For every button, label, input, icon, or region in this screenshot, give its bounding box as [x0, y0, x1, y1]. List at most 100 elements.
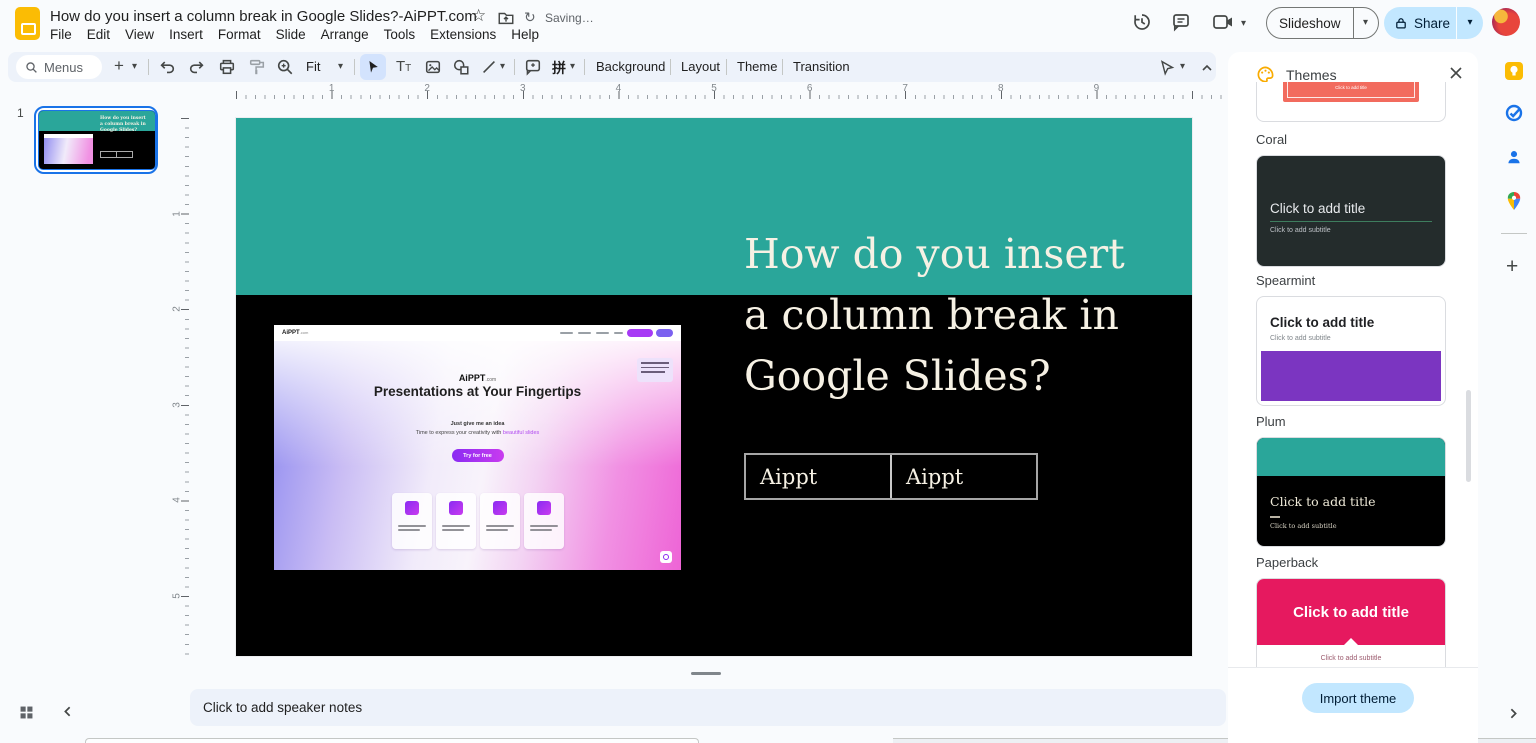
slideshow-button[interactable]: Slideshow ▾	[1266, 7, 1379, 39]
divider	[514, 59, 515, 75]
menu-format[interactable]: Format	[218, 27, 261, 42]
paperback-placeholder-title: Click to add title	[1270, 494, 1376, 509]
site-nav-logo: AiPPT.com	[282, 330, 309, 336]
show-side-panel-icon[interactable]	[1506, 706, 1521, 721]
tasks-icon[interactable]	[1504, 103, 1524, 123]
menu-tools[interactable]: Tools	[384, 27, 416, 42]
grid-view-icon[interactable]	[18, 704, 35, 721]
plum-color-block	[1261, 351, 1441, 401]
insert-line-icon[interactable]	[480, 58, 498, 76]
close-icon[interactable]	[1448, 65, 1464, 81]
version-history-icon[interactable]	[1132, 12, 1152, 32]
menu-help[interactable]: Help	[511, 27, 539, 42]
menu-file[interactable]: File	[50, 27, 72, 42]
insert-image-icon[interactable]	[424, 58, 442, 76]
meet-camera-icon[interactable]	[1212, 13, 1234, 31]
redo-icon[interactable]	[188, 58, 206, 76]
input-tools-icon[interactable]: 拼	[552, 58, 566, 78]
theme-card-spearmint[interactable]: Click to add title Click to add subtitle	[1256, 155, 1446, 267]
notes-resize-handle[interactable]	[691, 672, 721, 675]
theme-card-coral[interactable]: Click to add title	[1256, 82, 1446, 122]
star-icon[interactable]: ☆	[471, 6, 486, 26]
slideshow-caret[interactable]: ▾	[1352, 8, 1378, 38]
meet-caret-icon[interactable]: ▾	[1241, 19, 1246, 29]
spearmint-placeholder-title: Click to add title	[1270, 201, 1366, 216]
select-tool-active[interactable]	[360, 54, 386, 80]
divider	[148, 59, 149, 75]
speaker-notes-input[interactable]: Click to add speaker notes	[190, 689, 1226, 726]
keep-bulb	[1510, 65, 1518, 76]
layout-button[interactable]: Layout	[681, 59, 720, 74]
table-cell[interactable]: Aippt	[890, 455, 1036, 498]
theme-card-plum[interactable]: Click to add title Click to add subtitle	[1256, 296, 1446, 406]
ruler-number: 1	[171, 210, 183, 217]
pointer-mode-caret[interactable]: ▾	[1180, 62, 1185, 72]
insert-comment-icon[interactable]	[524, 58, 542, 76]
panel-scrollbar[interactable]	[1466, 390, 1471, 482]
import-theme-button[interactable]: Import theme	[1302, 683, 1414, 713]
google-slides-app: How do you insert a column break in Goog…	[0, 0, 1536, 743]
zoom-fit-dropdown[interactable]: Fit	[306, 59, 320, 74]
slide-table[interactable]: Aippt Aippt	[744, 453, 1038, 500]
saving-status: Saving…	[545, 11, 594, 25]
table-cell[interactable]: Aippt	[746, 455, 890, 498]
get-add-ons-icon[interactable]: +	[1506, 255, 1518, 279]
horizontal-ruler[interactable]: 1 2 3 4 5 6 7 8 9	[190, 83, 1228, 100]
print-icon[interactable]	[218, 58, 236, 76]
zoom-icon[interactable]	[276, 58, 294, 76]
insert-shape-icon[interactable]	[452, 58, 470, 76]
divider	[354, 59, 355, 75]
toolbar: Menus + ▾ Fit ▾ TT ▾ 拼 ▾ Background Layo…	[8, 52, 1216, 82]
share-caret[interactable]: ▾	[1456, 7, 1483, 39]
theme-label-plum: Plum	[1256, 414, 1286, 429]
collapse-filmstrip-icon[interactable]	[60, 704, 75, 719]
menu-arrange[interactable]: Arrange	[321, 27, 369, 42]
comments-icon[interactable]	[1171, 12, 1191, 32]
pink-notch	[1344, 638, 1358, 645]
move-to-folder-icon[interactable]	[497, 9, 515, 27]
insert-line-caret[interactable]: ▾	[500, 62, 505, 72]
transition-button[interactable]: Transition	[793, 59, 850, 74]
theme-button[interactable]: Theme	[737, 59, 777, 74]
keep-icon[interactable]	[1505, 62, 1523, 80]
collapse-toolbar-icon[interactable]	[1200, 61, 1214, 75]
undo-icon[interactable]	[158, 58, 176, 76]
menu-extensions[interactable]: Extensions	[430, 27, 496, 42]
share-button[interactable]: Share ▾	[1384, 7, 1484, 39]
account-avatar[interactable]	[1492, 8, 1520, 36]
ruler-number: 2	[171, 306, 183, 312]
menus-search-button[interactable]: Menus	[16, 55, 102, 79]
ruler-number: 1	[328, 83, 335, 94]
theme-card-pink[interactable]: Click to add title Click to add subtitle	[1256, 578, 1446, 668]
new-slide-button[interactable]: +	[114, 56, 124, 76]
new-slide-caret[interactable]: ▾	[132, 62, 137, 72]
slide-canvas[interactable]: How do you insert a column break in Goog…	[236, 118, 1192, 656]
slide-thumbnail[interactable]: How do you insert a column break in Google…	[34, 106, 158, 174]
site-feature-card	[524, 493, 564, 549]
embedded-website-image[interactable]: AiPPT.com AiPPT.com Presentations at You…	[274, 325, 681, 570]
input-tools-caret[interactable]: ▾	[570, 62, 575, 72]
maps-icon[interactable]	[1505, 191, 1523, 211]
menu-insert[interactable]: Insert	[169, 27, 203, 42]
menus-label: Menus	[44, 59, 84, 75]
background-button[interactable]: Background	[596, 59, 665, 74]
menu-edit[interactable]: Edit	[87, 27, 110, 42]
title-line: a column break in	[744, 291, 1119, 339]
paperback-teal-band	[1257, 438, 1445, 476]
pointer-mode-icon[interactable]	[1158, 58, 1176, 76]
site-subline1: Just give me an idea	[450, 421, 505, 427]
theme-card-paperback[interactable]: Click to add title Click to add subtitle	[1256, 437, 1446, 547]
text-box-tool[interactable]: TT	[396, 58, 411, 76]
paint-format-icon[interactable]	[248, 58, 266, 76]
vertical-ruler[interactable]: 1 2 3 4 5	[171, 100, 190, 680]
site-cta-button: Try for free	[451, 449, 504, 462]
slide-title-textbox[interactable]: How do you insert a column break in Goog…	[744, 224, 1184, 407]
menu-slide[interactable]: Slide	[276, 27, 306, 42]
contacts-icon[interactable]	[1505, 148, 1523, 166]
thumb-website	[44, 134, 93, 164]
document-title[interactable]: How do you insert a column break in Goog…	[50, 8, 477, 25]
zoom-fit-caret[interactable]: ▾	[338, 62, 343, 72]
slides-app-icon[interactable]	[15, 7, 40, 40]
site-nav-item	[614, 332, 623, 334]
menu-view[interactable]: View	[125, 27, 154, 42]
